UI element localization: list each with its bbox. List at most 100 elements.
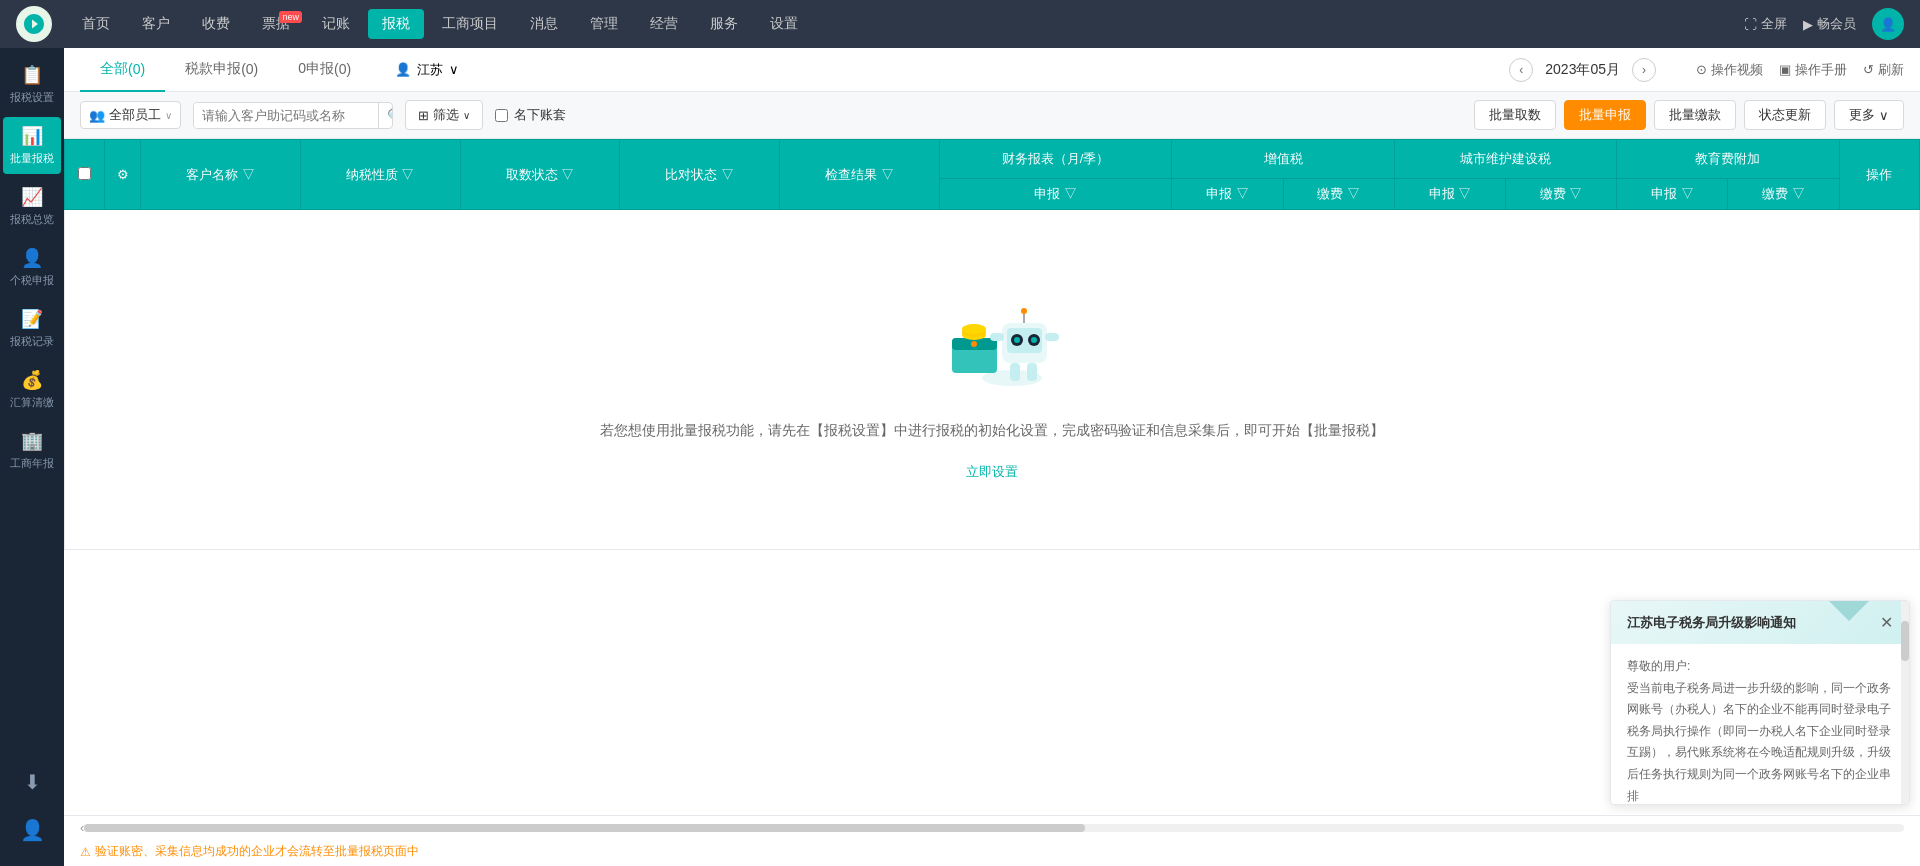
nav-home[interactable]: 首页: [68, 9, 124, 39]
operation-manual-button[interactable]: ▣ 操作手册: [1779, 61, 1847, 79]
robot-illustration: [922, 278, 1062, 398]
annual-report-icon: 🏢: [21, 430, 43, 452]
sidebar-item-batch-tax[interactable]: 📊 批量报税: [3, 117, 61, 174]
sidebar-item-label-settlement: 汇算清缴: [10, 395, 54, 410]
th-customer-name: 客户名称 ▽: [141, 140, 301, 210]
next-month-button[interactable]: ›: [1632, 58, 1656, 82]
th-edu-pay: 缴费 ▽: [1728, 179, 1839, 210]
member-icon: ▶: [1803, 17, 1813, 32]
th-edu-declare: 申报 ▽: [1617, 179, 1728, 210]
svg-rect-17: [990, 333, 1004, 341]
search-button[interactable]: 🔍: [378, 103, 393, 128]
sidebar-item-tax-overview[interactable]: 📈 报税总览: [3, 178, 61, 235]
nav-fee[interactable]: 收费: [188, 9, 244, 39]
sort-icon[interactable]: ▽: [1064, 186, 1077, 201]
notification-panel: 江苏电子税务局升级影响通知 ✕ 尊敬的用户: 受当前电子税务局进一步升级的影响，…: [1610, 600, 1910, 805]
th-vat-pay: 缴费 ▽: [1283, 179, 1394, 210]
personal-tax-icon: 👤: [21, 247, 43, 269]
tab-zero-declare[interactable]: 0申报(0): [278, 48, 371, 92]
notification-scrollbar[interactable]: [1901, 601, 1909, 804]
svg-point-12: [1031, 337, 1037, 343]
sort-icon[interactable]: ▽: [1681, 186, 1694, 201]
warning-bar: ⚠ 验证账密、采集信息均成功的企业才会流转至批量报税页面中: [64, 839, 1920, 866]
setup-link[interactable]: 立即设置: [966, 463, 1018, 481]
sidebar-item-tax-record[interactable]: 📝 报税记录: [3, 300, 61, 357]
nav-operation[interactable]: 经营: [636, 9, 692, 39]
sort-icon-customer[interactable]: ▽: [242, 167, 255, 182]
main-content-area: 全部(0) 税款申报(0) 0申报(0) 👤 江苏 ∨ ‹ 2023年05月 ›…: [64, 48, 1920, 866]
th-select-all[interactable]: [65, 140, 105, 210]
batch-pay-button[interactable]: 批量缴款: [1654, 100, 1736, 130]
horizontal-scrollbar[interactable]: [84, 824, 1904, 832]
sidebar-item-settlement[interactable]: 💰 汇算清缴: [3, 361, 61, 418]
search-input[interactable]: [194, 103, 378, 128]
toolbar-right-buttons: 批量取数 批量申报 批量缴款 状态更新 更多 ∨: [1474, 100, 1904, 130]
batch-declare-button[interactable]: 批量申报: [1564, 100, 1646, 130]
sort-icon-fetch[interactable]: ▽: [561, 167, 574, 182]
sidebar-item-personal-tax[interactable]: 👤 个税申报: [3, 239, 61, 296]
sort-icon[interactable]: ▽: [1236, 186, 1249, 201]
sort-icon-check[interactable]: ▽: [881, 167, 894, 182]
settings-icon[interactable]: ⚙: [117, 167, 129, 182]
member-button[interactable]: ▶ 畅会员: [1803, 15, 1856, 33]
svg-point-14: [1021, 308, 1027, 314]
th-financial-declare: 申报 ▽: [939, 179, 1172, 210]
sidebar-download-button[interactable]: ⬇: [16, 762, 49, 802]
employee-chevron-icon: ∨: [165, 110, 172, 121]
account-checkbox[interactable]: [495, 109, 508, 122]
app-logo[interactable]: [16, 6, 52, 42]
main-layout: 📋 报税设置 📊 批量报税 📈 报税总览 👤 个税申报 📝 报税记录 💰 汇算清…: [0, 48, 1920, 866]
notification-title: 江苏电子税务局升级影响通知: [1627, 614, 1796, 632]
sidebar-item-label-tax-settings: 报税设置: [10, 90, 54, 105]
nav-invoice[interactable]: 票据 new: [248, 9, 304, 39]
nav-service[interactable]: 服务: [696, 9, 752, 39]
status-update-button[interactable]: 状态更新: [1744, 100, 1826, 130]
sidebar-item-tax-settings[interactable]: 📋 报税设置: [3, 56, 61, 113]
fullscreen-button[interactable]: ⛶ 全屏: [1744, 15, 1787, 33]
filter-chevron-icon: ∨: [463, 110, 470, 121]
nav-message[interactable]: 消息: [516, 9, 572, 39]
th-urban-declare: 申报 ▽: [1394, 179, 1505, 210]
notification-close-button[interactable]: ✕: [1880, 613, 1893, 632]
sidebar-user-button[interactable]: 👤: [12, 810, 53, 850]
prev-month-button[interactable]: ‹: [1509, 58, 1533, 82]
sidebar-item-annual-report[interactable]: 🏢 工商年报: [3, 422, 61, 479]
warning-text: 验证账密、采集信息均成功的企业才会流转至批量报税页面中: [95, 843, 419, 860]
th-tax-nature: 纳税性质 ▽: [300, 140, 460, 210]
filter-button[interactable]: ⊞ 筛选 ∨: [405, 100, 483, 130]
nav-tax[interactable]: 报税: [368, 9, 424, 39]
filter-icon: ⊞: [418, 108, 429, 123]
tab-all[interactable]: 全部(0): [80, 48, 165, 92]
operation-video-button[interactable]: ⊙ 操作视频: [1696, 61, 1763, 79]
sort-icon[interactable]: ▽: [1792, 186, 1805, 201]
nav-bookkeeping[interactable]: 记账: [308, 9, 364, 39]
nav-management[interactable]: 管理: [576, 9, 632, 39]
sort-icon[interactable]: ▽: [1458, 186, 1471, 201]
tabs-bar: 全部(0) 税款申报(0) 0申报(0) 👤 江苏 ∨ ‹ 2023年05月 ›…: [64, 48, 1920, 92]
tax-settings-icon: 📋: [21, 64, 43, 86]
th-fetch-status: 取数状态 ▽: [460, 140, 620, 210]
select-all-checkbox[interactable]: [78, 167, 91, 180]
notification-scroll-thumb[interactable]: [1901, 621, 1909, 661]
nav-business[interactable]: 工商项目: [428, 9, 512, 39]
th-education: 教育费附加: [1617, 140, 1839, 179]
nav-customer[interactable]: 客户: [128, 9, 184, 39]
more-button[interactable]: 更多 ∨: [1834, 100, 1904, 130]
employee-select[interactable]: 👥 全部员工 ∨: [80, 101, 181, 129]
avatar[interactable]: 👤: [1872, 8, 1904, 40]
nav-settings[interactable]: 设置: [756, 9, 812, 39]
th-vat-declare: 申报 ▽: [1172, 179, 1283, 210]
settlement-icon: 💰: [21, 369, 43, 391]
batch-fetch-button[interactable]: 批量取数: [1474, 100, 1556, 130]
refresh-button[interactable]: ↺ 刷新: [1863, 61, 1904, 79]
region-icon: 👤: [395, 62, 411, 77]
account-checkbox-label[interactable]: 名下账套: [495, 106, 566, 124]
region-selector[interactable]: 👤 江苏 ∨: [379, 61, 475, 79]
sort-icon-tax-nature[interactable]: ▽: [401, 167, 414, 182]
sort-icon[interactable]: ▽: [1569, 186, 1582, 201]
tab-tax-declare[interactable]: 税款申报(0): [165, 48, 278, 92]
sort-icon[interactable]: ▽: [1347, 186, 1360, 201]
bottom-area: ‹ ⚠ 验证账密、采集信息均成功的企业才会流转至批量报税页面中: [64, 815, 1920, 866]
th-settings[interactable]: ⚙: [105, 140, 141, 210]
sort-icon-compare[interactable]: ▽: [721, 167, 734, 182]
